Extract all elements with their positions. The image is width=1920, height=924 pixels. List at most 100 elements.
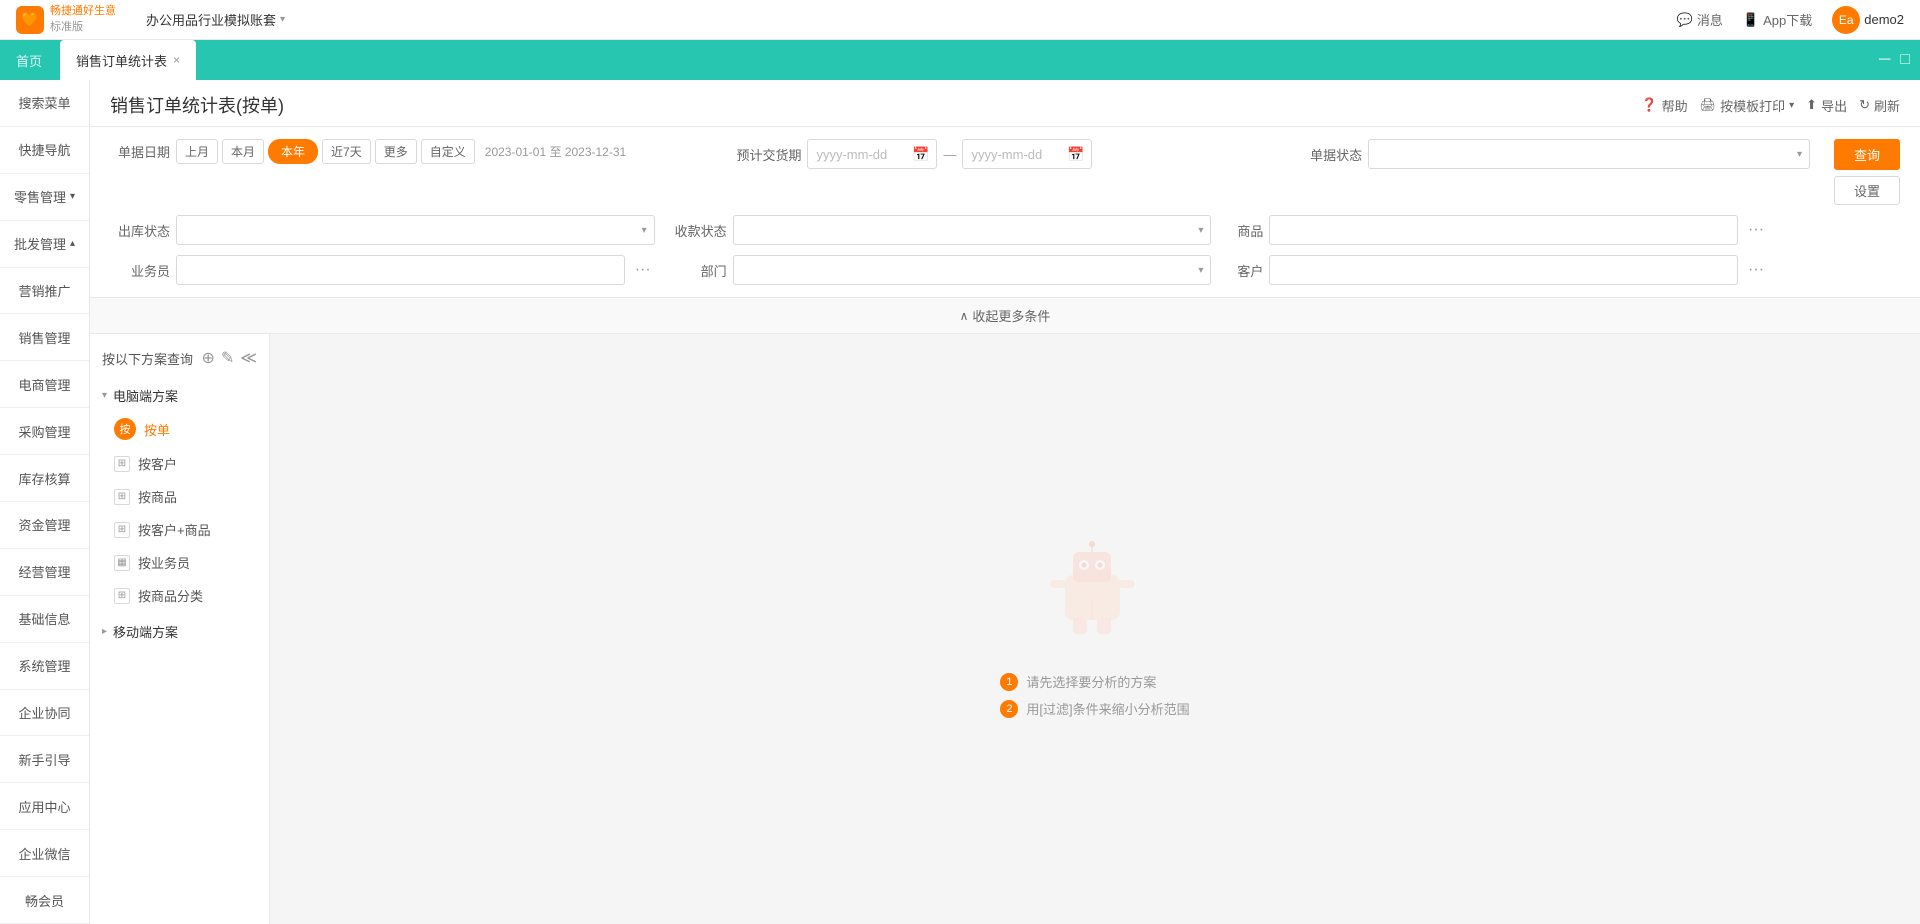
scheme-item-customer-label: 按客户 bbox=[138, 454, 177, 473]
tab-active-label: 销售订单统计表 bbox=[76, 51, 167, 70]
scheme-group-pc-name: 电脑端方案 bbox=[113, 386, 178, 405]
date-btn-last-month[interactable]: 上月 bbox=[176, 139, 218, 164]
tip-num-1: 1 bbox=[1000, 673, 1018, 691]
sidebar-item-system[interactable]: 系统管理 bbox=[0, 643, 89, 690]
tab-minimize-icon[interactable]: ─ bbox=[1879, 51, 1890, 69]
date-btn-custom[interactable]: 自定义 bbox=[421, 139, 475, 164]
sidebar-basic-label: 基础信息 bbox=[18, 609, 70, 628]
download-icon: 📱 bbox=[1743, 12, 1759, 28]
tab-home-label: 首页 bbox=[16, 51, 42, 70]
workspace-selector[interactable]: 办公用品行业模拟账套 ▾ bbox=[146, 10, 285, 29]
sidebar-item-wechat[interactable]: 企业微信 bbox=[0, 830, 89, 877]
customer-dots-icon[interactable]: ··· bbox=[1744, 261, 1768, 279]
collapse-button[interactable]: ∧ 收起更多条件 bbox=[960, 306, 1051, 325]
help-button[interactable]: ❓ 帮助 bbox=[1641, 96, 1687, 115]
top-bar: 🧡 畅捷通好生意 标准版 办公用品行业模拟账套 ▾ 💬 消息 📱 App下载 E… bbox=[0, 0, 1920, 40]
scheme-filter-row: 按以下方案查询 ⊕ ✎ ≪ bbox=[90, 344, 269, 376]
refresh-button[interactable]: ↻ 刷新 bbox=[1859, 96, 1900, 115]
tab-home[interactable]: 首页 bbox=[0, 40, 58, 80]
salesperson-input[interactable] bbox=[176, 255, 625, 285]
body-layout: 按以下方案查询 ⊕ ✎ ≪ ▾ 电脑端方案 按 bbox=[90, 334, 1920, 924]
tab-maximize-icon[interactable]: □ bbox=[1900, 51, 1910, 69]
sidebar-purchase-label: 采购管理 bbox=[18, 422, 70, 441]
data-area: 1 请先选择要分析的方案 2 用[过滤]条件来缩小分析范围 bbox=[270, 334, 1920, 924]
sidebar-item-search[interactable]: 搜索菜单 bbox=[0, 80, 89, 127]
sidebar-item-sales[interactable]: 销售管理 bbox=[0, 314, 89, 361]
scheme-item-by-customer[interactable]: ⊞ 按客户 bbox=[90, 447, 269, 480]
reset-button[interactable]: 设置 bbox=[1834, 176, 1900, 205]
sidebar-item-operations[interactable]: 经营管理 bbox=[0, 549, 89, 596]
scheme-edit-icon[interactable]: ✎ bbox=[221, 348, 234, 368]
scheme-item-by-category[interactable]: ⊞ 按商品分类 bbox=[90, 579, 269, 612]
sidebar-item-wholesale[interactable]: 批发管理 ▴ bbox=[0, 221, 89, 268]
message-button[interactable]: 💬 消息 bbox=[1677, 10, 1723, 29]
sidebar-item-apps[interactable]: 应用中心 bbox=[0, 783, 89, 830]
tab-active[interactable]: 销售订单统计表 × bbox=[60, 40, 196, 80]
sidebar-ecommerce-label: 电商管理 bbox=[18, 375, 70, 394]
scheme-item-by-customer-goods[interactable]: ⊞ 按客户+商品 bbox=[90, 513, 269, 546]
sidebar-item-newbie[interactable]: 新手引导 bbox=[0, 736, 89, 783]
date-btn-this-year[interactable]: 本年 bbox=[268, 139, 318, 164]
tip-1-text: 请先选择要分析的方案 bbox=[1026, 672, 1156, 691]
sidebar-item-ecommerce[interactable]: 电商管理 bbox=[0, 361, 89, 408]
scheme-collapse-icon[interactable]: ≪ bbox=[240, 348, 257, 368]
calendar-end-icon: 📅 bbox=[1067, 146, 1084, 163]
empty-tip-2: 2 用[过滤]条件来缩小分析范围 bbox=[1000, 699, 1189, 718]
empty-state: 1 请先选择要分析的方案 2 用[过滤]条件来缩小分析范围 bbox=[1000, 540, 1189, 718]
sidebar-item-retail[interactable]: 零售管理 ▾ bbox=[0, 174, 89, 221]
tab-close-icon[interactable]: × bbox=[173, 53, 180, 67]
message-icon: 💬 bbox=[1677, 12, 1693, 28]
scheme-add-icon[interactable]: ⊕ bbox=[201, 348, 214, 368]
scheme-group-pc-label[interactable]: ▾ 电脑端方案 bbox=[90, 380, 269, 411]
date-btn-last7[interactable]: 近7天 bbox=[322, 139, 371, 164]
salesperson-dots-icon[interactable]: ··· bbox=[631, 261, 655, 279]
export-label: 导出 bbox=[1821, 96, 1847, 115]
customer-input[interactable] bbox=[1269, 255, 1738, 285]
print-icon: 🖨 bbox=[1700, 97, 1717, 113]
user-name: demo2 bbox=[1864, 12, 1904, 27]
sidebar-search-label: 搜索菜单 bbox=[18, 93, 70, 112]
sidebar-item-enterprise[interactable]: 企业协同 bbox=[0, 690, 89, 737]
goods-input[interactable] bbox=[1269, 215, 1738, 245]
scheme-item-by-salesperson[interactable]: ▦ 按业务员 bbox=[90, 546, 269, 579]
user-avatar: Ea bbox=[1832, 6, 1860, 34]
query-button[interactable]: 查询 bbox=[1834, 139, 1900, 170]
scheme-item-by-order[interactable]: 按 按单 bbox=[90, 411, 269, 447]
user-area[interactable]: Ea demo2 bbox=[1832, 6, 1904, 34]
scheme-group-mobile-arrow: ▸ bbox=[102, 626, 107, 637]
sidebar-item-finance[interactable]: 资金管理 bbox=[0, 502, 89, 549]
bill-status-select[interactable] bbox=[1368, 139, 1810, 169]
sidebar-item-quicknav[interactable]: 快捷导航 bbox=[0, 127, 89, 174]
export-button[interactable]: ⬆ 导出 bbox=[1806, 96, 1847, 115]
collapse-bar[interactable]: ∧ 收起更多条件 bbox=[90, 298, 1920, 334]
sidebar-item-inventory[interactable]: 库存核算 bbox=[0, 455, 89, 502]
filter-panel: 单据日期 上月 本月 本年 近7天 更多 自定义 2023-01-01 至 20… bbox=[90, 127, 1920, 298]
sidebar: 搜索菜单 快捷导航 零售管理 ▾ 批发管理 ▴ 营销推广 销售管理 电商管理 采… bbox=[0, 80, 90, 924]
app-download-button[interactable]: 📱 App下载 bbox=[1743, 10, 1812, 29]
logo-sub: 标准版 bbox=[50, 18, 116, 34]
scheme-item-salesperson-label: 按业务员 bbox=[138, 553, 190, 572]
retail-arrow-icon: ▾ bbox=[70, 191, 75, 202]
scheme-actions: ⊕ ✎ ≪ bbox=[201, 348, 257, 368]
expected-date-label: 预计交货期 bbox=[731, 145, 801, 164]
sidebar-finance-label: 资金管理 bbox=[18, 515, 70, 534]
sidebar-item-purchase[interactable]: 采购管理 bbox=[0, 408, 89, 455]
date-btn-more[interactable]: 更多 bbox=[375, 139, 417, 164]
department-select[interactable] bbox=[733, 255, 1212, 285]
scheme-item-by-goods[interactable]: ⊞ 按商品 bbox=[90, 480, 269, 513]
page-actions: ❓ 帮助 🖨 按模板打印 ▾ ⬆ 导出 ↻ 刷新 bbox=[1641, 96, 1900, 115]
sidebar-item-basic[interactable]: 基础信息 bbox=[0, 596, 89, 643]
scheme-group-mobile-label[interactable]: ▸ 移动端方案 bbox=[90, 616, 269, 647]
print-label: 按模板打印 bbox=[1720, 96, 1785, 115]
sidebar-item-marketing[interactable]: 营销推广 bbox=[0, 268, 89, 315]
out-status-select[interactable] bbox=[176, 215, 655, 245]
payment-status-select[interactable] bbox=[733, 215, 1212, 245]
scheme-grid-icon-cg: ⊞ bbox=[114, 522, 130, 538]
scheme-grid-icon-cat: ⊞ bbox=[114, 588, 130, 604]
sidebar-wechat-label: 企业微信 bbox=[18, 844, 70, 863]
date-btn-this-month[interactable]: 本月 bbox=[222, 139, 264, 164]
print-button[interactable]: 🖨 按模板打印 ▾ bbox=[1700, 96, 1795, 115]
goods-dots-icon[interactable]: ··· bbox=[1744, 221, 1768, 239]
help-label: 帮助 bbox=[1662, 96, 1688, 115]
sidebar-item-member[interactable]: 畅会员 bbox=[0, 877, 89, 924]
